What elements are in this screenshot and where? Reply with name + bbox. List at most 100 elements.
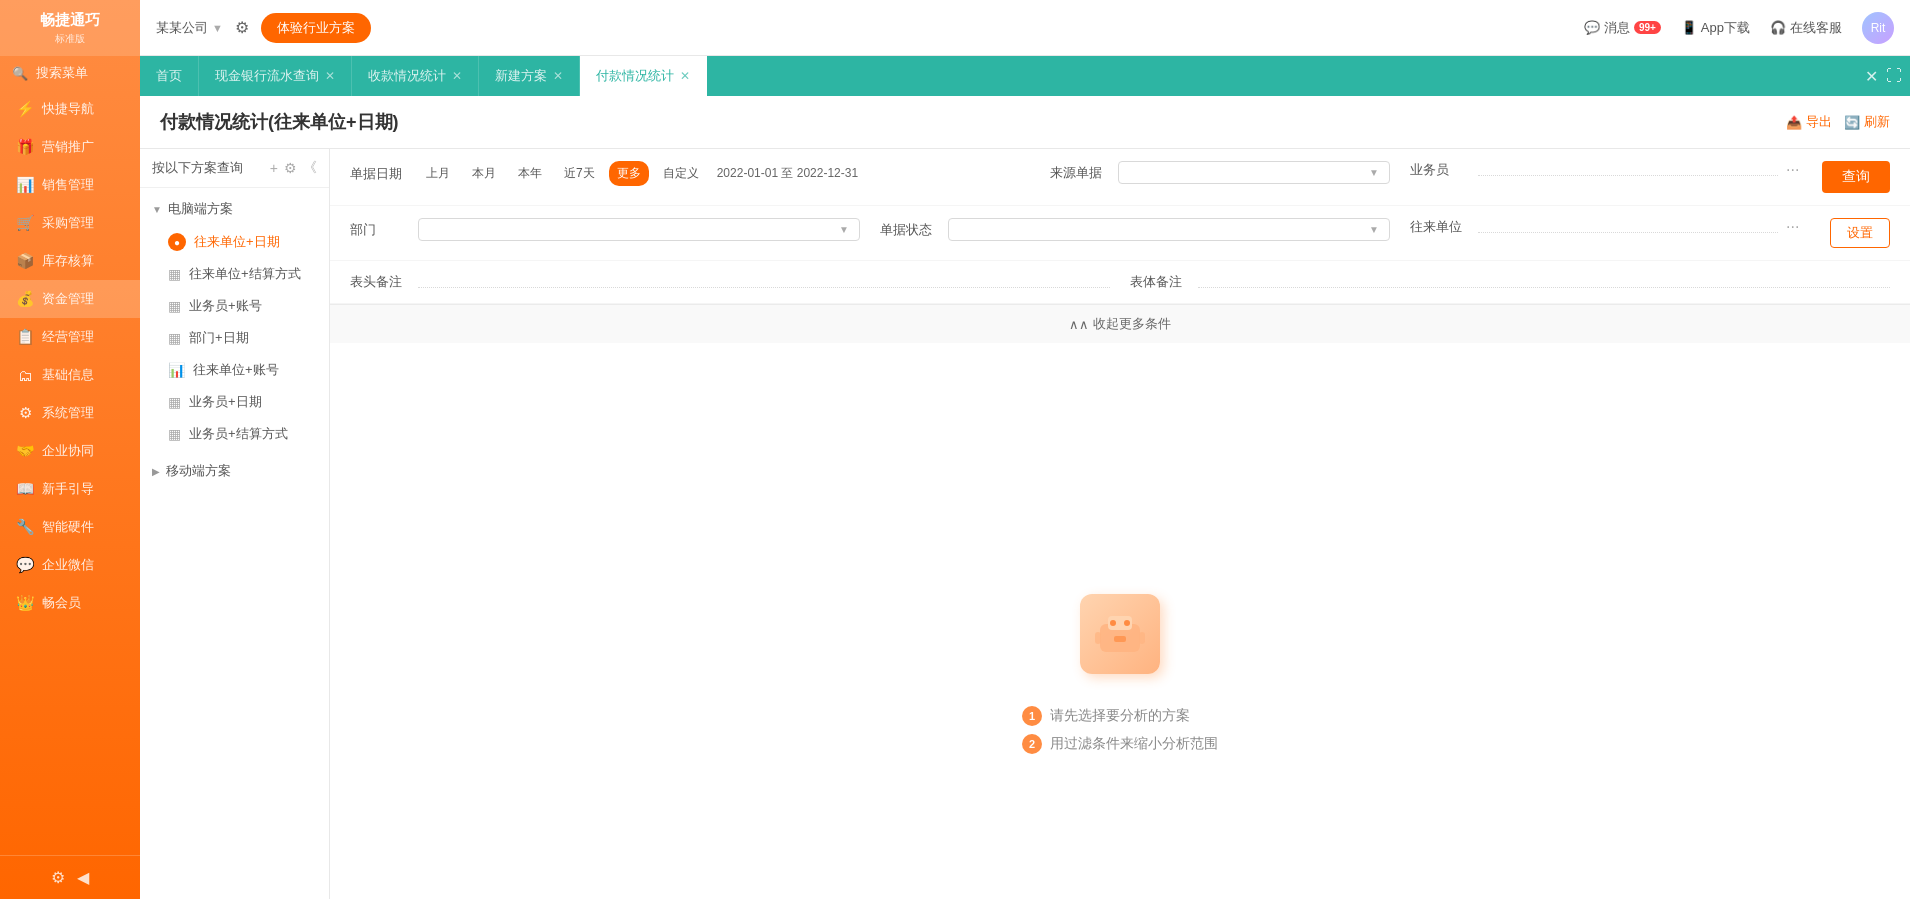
inventory-icon: 📦 <box>16 252 34 270</box>
dropdown-icon[interactable]: ▼ <box>212 22 223 34</box>
date-label: 单据日期 <box>350 165 410 183</box>
export-button[interactable]: 📤 导出 <box>1786 113 1832 131</box>
tabs-bar: 首页 现金银行流水查询 ✕ 收款情况统计 ✕ 新建方案 ✕ 付款情况统计 ✕ ✕… <box>140 56 1910 96</box>
scheme-settings-icon[interactable]: ⚙ <box>284 160 297 176</box>
sidebar-item-base-info[interactable]: 🗂 基础信息 <box>0 356 140 394</box>
partner-label: 往来单位 <box>1410 218 1470 236</box>
source-voucher-select[interactable]: ▼ <box>1118 161 1390 184</box>
filter-actions-row1: 查询 <box>1770 161 1890 193</box>
settings-button[interactable]: 设置 <box>1830 218 1890 248</box>
date-btn-this-year[interactable]: 本年 <box>510 161 550 186</box>
scheme-icon-6: ▦ <box>168 426 181 442</box>
scheme-item-partner-account[interactable]: 📊 往来单位+账号 <box>140 354 329 386</box>
tab-payment-stats[interactable]: 付款情况统计 ✕ <box>580 56 707 96</box>
date-control: 上月 本月 本年 近7天 更多 自定义 2022-01-01 至 2022-12… <box>418 161 1030 186</box>
refresh-button[interactable]: 🔄 刷新 <box>1844 113 1890 131</box>
online-service-button[interactable]: 🎧 在线客服 <box>1770 19 1842 37</box>
sidebar: 畅捷通巧 标准版 🔍 搜索菜单 ⚡ 快捷导航 🎁 营销推广 📊 销售管理 🛒 采… <box>0 0 140 899</box>
scheme-item-salesman-settlement[interactable]: ▦ 业务员+结算方式 <box>140 418 329 450</box>
scheme-panel-header: 按以下方案查询 + ⚙ 《 <box>140 149 329 188</box>
messages-button[interactable]: 💬 消息 99+ <box>1584 19 1661 37</box>
scheme-panel-title: 按以下方案查询 <box>152 159 243 177</box>
scheme-item-dept-date[interactable]: ▦ 部门+日期 <box>140 322 329 354</box>
close-all-tabs-icon[interactable]: ✕ <box>1865 67 1878 86</box>
page-title: 付款情况统计(往来单位+日期) <box>160 110 399 134</box>
mobile-scheme-group: ▶ 移动端方案 <box>140 454 329 488</box>
body-notes-input[interactable] <box>1198 277 1890 288</box>
header: 某某公司 ▼ ⚙ 体验行业方案 💬 消息 99+ 📱 App下载 🎧 在线客服 … <box>140 0 1910 56</box>
robot-icon <box>1080 594 1160 674</box>
main-content: 付款情况统计(往来单位+日期) 📤 导出 🔄 刷新 按以下方案查询 + ⚙ 《 <box>140 96 1910 899</box>
sidebar-item-member[interactable]: 👑 畅会员 <box>0 584 140 622</box>
header-gear-icon[interactable]: ⚙ <box>235 18 249 37</box>
tab-receipt-stats[interactable]: 收款情况统计 ✕ <box>352 56 479 96</box>
system-icon: ⚙ <box>16 404 34 422</box>
sidebar-item-quick-nav[interactable]: ⚡ 快捷导航 <box>0 90 140 128</box>
tab-home[interactable]: 首页 <box>140 56 199 96</box>
collapse-scheme-icon[interactable]: 《 <box>303 159 317 177</box>
dept-select[interactable]: ▼ <box>418 218 860 241</box>
scheme-icon-2: ▦ <box>168 298 181 314</box>
partner-input[interactable] <box>1478 222 1778 233</box>
scheme-item-partner-settlement[interactable]: ▦ 往来单位+结算方式 <box>140 258 329 290</box>
message-icon: 💬 <box>1584 20 1600 35</box>
step-num-1: 1 <box>1022 706 1042 726</box>
query-button[interactable]: 查询 <box>1822 161 1890 193</box>
date-btn-more[interactable]: 更多 <box>609 161 649 186</box>
scheme-item-partner-date[interactable]: ● 往来单位+日期 <box>140 226 329 258</box>
search-icon: 🔍 <box>12 66 28 81</box>
sidebar-item-finance[interactable]: 💰 资金管理 <box>0 280 140 318</box>
sidebar-item-operation[interactable]: 📋 经营管理 <box>0 318 140 356</box>
add-scheme-icon[interactable]: + <box>270 160 278 176</box>
result-area: 1 请先选择要分析的方案 2 用过滤条件来缩小分析范围 <box>330 449 1910 899</box>
settings-bottom-icon[interactable]: ⚙ <box>51 868 65 887</box>
collapse-filter-button[interactable]: ∧∧ 收起更多条件 <box>330 304 1910 343</box>
source-voucher-arrow: ▼ <box>1369 167 1379 178</box>
sidebar-item-system[interactable]: ⚙ 系统管理 <box>0 394 140 432</box>
sidebar-logo[interactable]: 畅捷通巧 标准版 <box>0 0 140 56</box>
svg-point-2 <box>1110 620 1116 626</box>
sidebar-item-weixin[interactable]: 💬 企业微信 <box>0 546 140 584</box>
svg-point-3 <box>1124 620 1130 626</box>
filter-row-2: 部门 ▼ 单据状态 ▼ 往来单位 <box>330 206 1910 261</box>
scheme-icon-5: ▦ <box>168 394 181 410</box>
voucher-status-select[interactable]: ▼ <box>948 218 1390 241</box>
member-icon: 👑 <box>16 594 34 612</box>
header-notes-input[interactable] <box>418 277 1110 288</box>
pc-scheme-group-header[interactable]: ▼ 电脑端方案 <box>140 192 329 226</box>
sidebar-item-inventory[interactable]: 📦 库存核算 <box>0 242 140 280</box>
header-notes-label: 表头备注 <box>350 273 410 291</box>
date-btn-custom[interactable]: 自定义 <box>655 161 707 186</box>
mobile-scheme-group-header[interactable]: ▶ 移动端方案 <box>140 454 329 488</box>
sidebar-item-guide[interactable]: 📖 新手引导 <box>0 470 140 508</box>
sidebar-item-hardware[interactable]: 🔧 智能硬件 <box>0 508 140 546</box>
date-btn-last-month[interactable]: 上月 <box>418 161 458 186</box>
sidebar-item-enterprise[interactable]: 🤝 企业协同 <box>0 432 140 470</box>
filter-partner: 往来单位 ··· <box>1410 218 1750 236</box>
trial-industry-button[interactable]: 体验行业方案 <box>261 13 371 43</box>
scheme-item-salesman-account[interactable]: ▦ 业务员+账号 <box>140 290 329 322</box>
date-btn-this-month[interactable]: 本月 <box>464 161 504 186</box>
tab-close-bank-flow[interactable]: ✕ <box>325 69 335 83</box>
sidebar-item-marketing[interactable]: 🎁 营销推广 <box>0 128 140 166</box>
header-left: 某某公司 ▼ ⚙ 体验行业方案 <box>156 13 371 43</box>
collapse-sidebar-icon[interactable]: ◀ <box>77 868 89 887</box>
business-person-input[interactable] <box>1478 165 1778 176</box>
tab-close-new-scheme[interactable]: ✕ <box>553 69 563 83</box>
tab-new-scheme[interactable]: 新建方案 ✕ <box>479 56 580 96</box>
tab-bank-flow[interactable]: 现金银行流水查询 ✕ <box>199 56 352 96</box>
tab-close-receipt-stats[interactable]: ✕ <box>452 69 462 83</box>
app-download-button[interactable]: 📱 App下载 <box>1681 19 1750 37</box>
collapse-up-icon: ∧∧ <box>1069 317 1089 332</box>
user-avatar[interactable]: Rit <box>1862 12 1894 44</box>
sidebar-search[interactable]: 🔍 搜索菜单 <box>0 56 140 90</box>
tab-close-payment-stats[interactable]: ✕ <box>680 69 690 83</box>
sidebar-item-purchase[interactable]: 🛒 采购管理 <box>0 204 140 242</box>
sidebar-item-sales[interactable]: 📊 销售管理 <box>0 166 140 204</box>
user-info[interactable]: 某某公司 ▼ <box>156 19 223 37</box>
scheme-item-salesman-date[interactable]: ▦ 业务员+日期 <box>140 386 329 418</box>
date-btn-last-7-days[interactable]: 近7天 <box>556 161 603 186</box>
voucher-status-label: 单据状态 <box>880 221 940 239</box>
step-num-2: 2 <box>1022 734 1042 754</box>
fullscreen-icon[interactable]: ⛶ <box>1886 67 1902 85</box>
